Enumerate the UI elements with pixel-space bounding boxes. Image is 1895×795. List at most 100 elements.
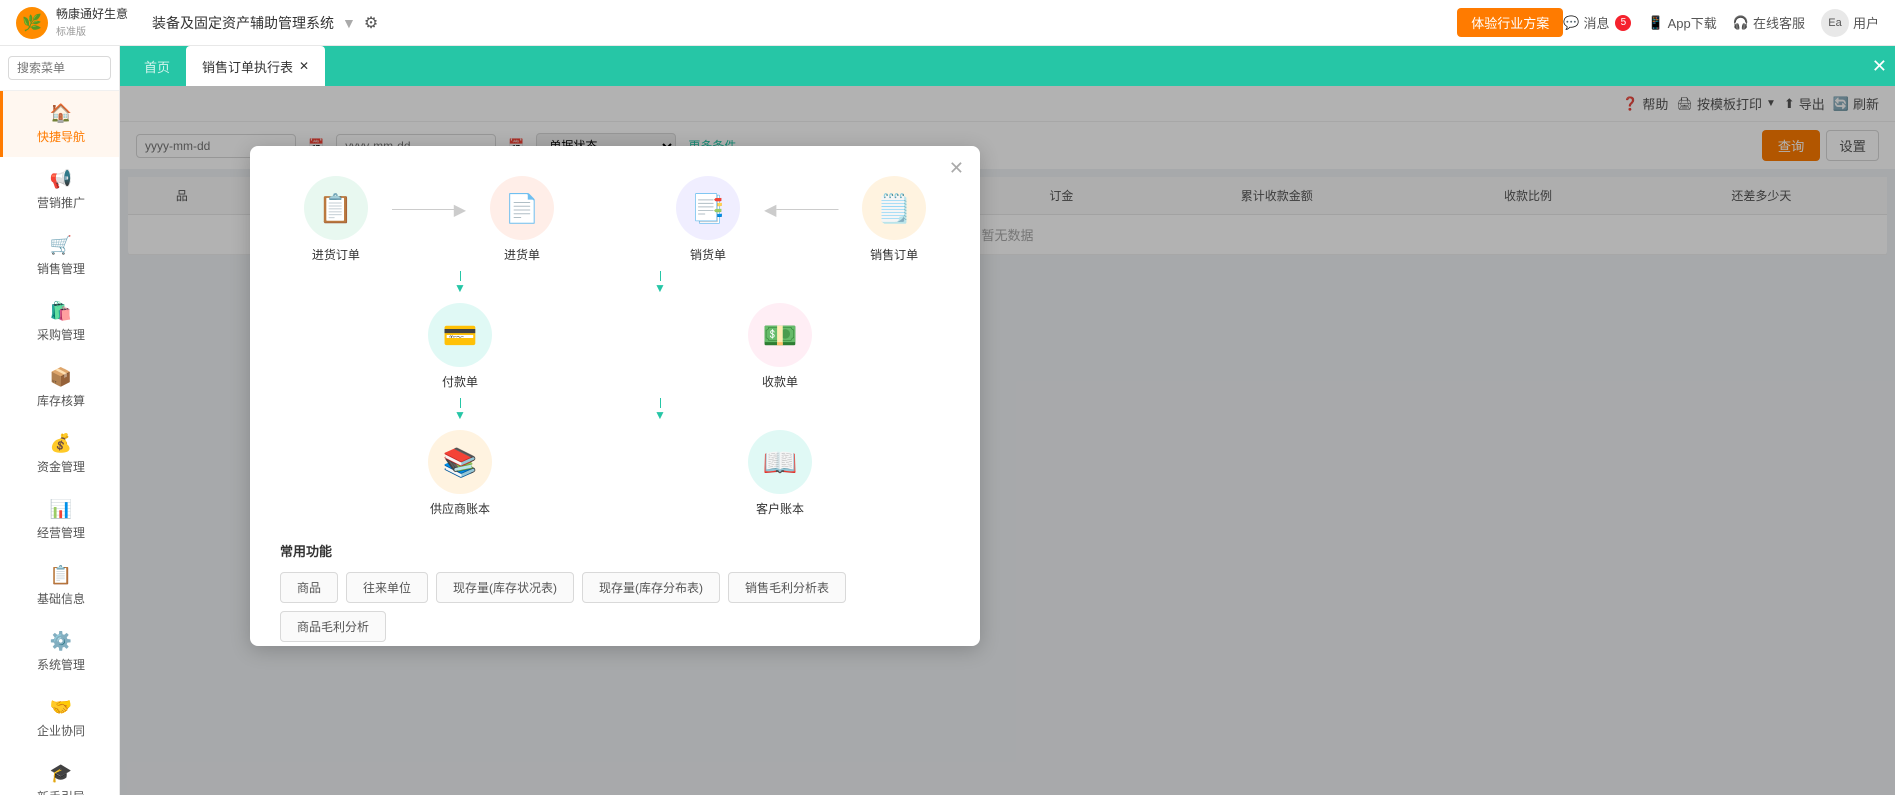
marketing-icon: 📢: [50, 169, 72, 190]
purchase-bill-icon: 📄: [490, 176, 554, 240]
finance-icon: 💰: [50, 433, 72, 454]
modal-box: ✕ 📋 进货订单 ▶: [250, 146, 980, 646]
tab-close-icon[interactable]: ✕: [299, 59, 309, 73]
func-btn-0[interactable]: 商品: [280, 572, 338, 603]
header-right: 💬 消息 5 📱 App下载 🎧 在线客服 Ea 用户: [1563, 9, 1879, 37]
flow-node-purchase-bill[interactable]: 📄 进货单: [466, 176, 578, 263]
payment-icon: 💳: [428, 303, 492, 367]
flow-node-sales-order[interactable]: 🗒️ 销售订单: [838, 176, 950, 263]
sidebar-label-finance: 资金管理: [37, 458, 85, 475]
page-content: ❓ 帮助 🖨 按模板打印 ▼ ⬆ 导出 🔄 刷新: [120, 86, 1895, 795]
flow-node-supplier-ledger[interactable]: 📚 供应商账本: [400, 430, 520, 517]
sidebar-label-marketing: 营销推广: [37, 194, 85, 211]
modal-close-btn[interactable]: ✕: [949, 158, 964, 179]
receipt-icon: 💵: [748, 303, 812, 367]
sidebar-item-operations[interactable]: 📊 经营管理: [0, 487, 119, 553]
func-btn-5[interactable]: 商品毛利分析: [280, 611, 386, 642]
common-funcs: 常用功能 商品 往来单位 现存量(库存状况表) 现存量(库存分布表) 销售毛利分…: [280, 541, 950, 646]
func-btn-1[interactable]: 往来单位: [346, 572, 428, 603]
arrow-row-down-2: ▼ ▼: [280, 398, 950, 422]
sales-order-label: 销售订单: [870, 246, 918, 263]
content-area: 首页 销售订单执行表 ✕ ✕ ❓ 帮助 🖨 按模板打印 ▼: [120, 46, 1895, 795]
main-layout: 🏠 快捷导航 📢 营销推广 🛒 销售管理 🛍️ 采购管理 📦 库存核算 💰 资金…: [0, 46, 1895, 795]
tab-sales-exec[interactable]: 销售订单执行表 ✕: [186, 46, 325, 86]
logo-sub: 标准版: [56, 23, 128, 38]
flow-node-customer-ledger[interactable]: 📖 客户账本: [720, 430, 840, 517]
enterprise-icon: 🤝: [50, 697, 72, 718]
tab-expand-btn[interactable]: ✕: [1872, 56, 1887, 77]
avatar: Ea: [1821, 9, 1849, 37]
flow-row-3: 📚 供应商账本 📖 客户账本: [400, 430, 950, 517]
sidebar-item-purchase[interactable]: 🛍️ 采购管理: [0, 289, 119, 355]
sales-order-icon: 🗒️: [862, 176, 926, 240]
home-icon: 🏠: [50, 103, 72, 124]
purchase-order-label: 进货订单: [312, 246, 360, 263]
purchase-bill-label: 进货单: [504, 246, 540, 263]
basic-icon: 📋: [50, 565, 72, 586]
newbie-icon: 🎓: [50, 763, 72, 784]
common-funcs-title: 常用功能: [280, 541, 950, 560]
receipt-label: 收款单: [762, 373, 798, 390]
customer-ledger-icon: 📖: [748, 430, 812, 494]
chevron-down-icon[interactable]: ▼: [342, 15, 356, 31]
sidebar-label-purchase: 采购管理: [37, 326, 85, 343]
flow-node-sales-bill[interactable]: 📑 销货单: [652, 176, 764, 263]
online-service-label: 在线客服: [1753, 13, 1805, 32]
arrow-row-down: ▼ ▼: [280, 271, 950, 295]
sales-icon: 🛒: [50, 235, 72, 256]
sidebar-label-system: 系统管理: [37, 656, 85, 673]
app-download-label: App下载: [1668, 13, 1717, 32]
sales-bill-label: 销货单: [690, 246, 726, 263]
sidebar-item-marketing[interactable]: 📢 营销推广: [0, 157, 119, 223]
func-btn-3[interactable]: 现存量(库存分布表): [582, 572, 720, 603]
sidebar-item-sales[interactable]: 🛒 销售管理: [0, 223, 119, 289]
arrow-h-2: ▶: [764, 200, 838, 220]
sidebar-label-inventory: 库存核算: [37, 392, 85, 409]
supplier-ledger-label: 供应商账本: [430, 500, 490, 517]
payment-label: 付款单: [442, 373, 478, 390]
func-buttons-row-1: 商品 往来单位 现存量(库存状况表) 现存量(库存分布表) 销售毛利分析表 商品…: [280, 572, 950, 642]
sidebar-label-enterprise: 企业协同: [37, 722, 85, 739]
tab-home-label: 首页: [144, 57, 170, 76]
sidebar-search-area[interactable]: [0, 46, 119, 91]
flow-node-receipt[interactable]: 💵 收款单: [720, 303, 840, 390]
sidebar-item-finance[interactable]: 💰 资金管理: [0, 421, 119, 487]
flow-row-2: 💳 付款单 💵 收款单: [400, 303, 950, 390]
sidebar-item-quick[interactable]: 🏠 快捷导航: [0, 91, 119, 157]
func-btn-4[interactable]: 销售毛利分析表: [728, 572, 846, 603]
flow-node-payment[interactable]: 💳 付款单: [400, 303, 520, 390]
sidebar-label-newbie: 新手引导: [37, 788, 85, 795]
flow-node-purchase-order[interactable]: 📋 进货订单: [280, 176, 392, 263]
sales-bill-icon: 📑: [676, 176, 740, 240]
user-area[interactable]: Ea 用户: [1821, 9, 1879, 37]
modal-overlay[interactable]: ✕ 📋 进货订单 ▶: [120, 86, 1895, 795]
message-btn[interactable]: 💬 消息 5: [1563, 13, 1631, 32]
arrow-h-1: ▶: [392, 200, 466, 220]
search-input[interactable]: [8, 56, 111, 80]
tab-bar: 首页 销售订单执行表 ✕ ✕: [120, 46, 1895, 86]
purchase-order-icon: 📋: [304, 176, 368, 240]
message-icon: 💬: [1563, 15, 1579, 31]
sidebar-item-enterprise[interactable]: 🤝 企业协同: [0, 685, 119, 751]
purchase-icon: 🛍️: [50, 301, 72, 322]
sidebar-label-basic: 基础信息: [37, 590, 85, 607]
settings-icon[interactable]: ⚙: [364, 13, 378, 33]
sidebar: 🏠 快捷导航 📢 营销推广 🛒 销售管理 🛍️ 采购管理 📦 库存核算 💰 资金…: [0, 46, 120, 795]
tab-home[interactable]: 首页: [128, 46, 186, 86]
sidebar-label-quick: 快捷导航: [37, 128, 85, 145]
sidebar-item-inventory[interactable]: 📦 库存核算: [0, 355, 119, 421]
sidebar-label-sales: 销售管理: [37, 260, 85, 277]
customer-ledger-label: 客户账本: [756, 500, 804, 517]
trial-btn[interactable]: 体验行业方案: [1457, 8, 1563, 37]
func-btn-2[interactable]: 现存量(库存状况表): [436, 572, 574, 603]
app-download-btn[interactable]: 📱 App下载: [1647, 13, 1716, 32]
sidebar-item-system[interactable]: ⚙️ 系统管理: [0, 619, 119, 685]
message-badge: 5: [1615, 15, 1631, 31]
sidebar-item-basic[interactable]: 📋 基础信息: [0, 553, 119, 619]
online-service-btn[interactable]: 🎧 在线客服: [1733, 13, 1805, 32]
logo-area: 🌿 畅康通好生意 标准版: [16, 7, 136, 39]
top-header: 🌿 畅康通好生意 标准版 装备及固定资产辅助管理系统 ▼ ⚙ 体验行业方案 💬 …: [0, 0, 1895, 46]
logo-icon: 🌿: [16, 7, 48, 39]
flow-diagram: 📋 进货订单 ▶ 📄 进货单: [280, 176, 950, 517]
sidebar-item-newbie[interactable]: 🎓 新手引导: [0, 751, 119, 795]
